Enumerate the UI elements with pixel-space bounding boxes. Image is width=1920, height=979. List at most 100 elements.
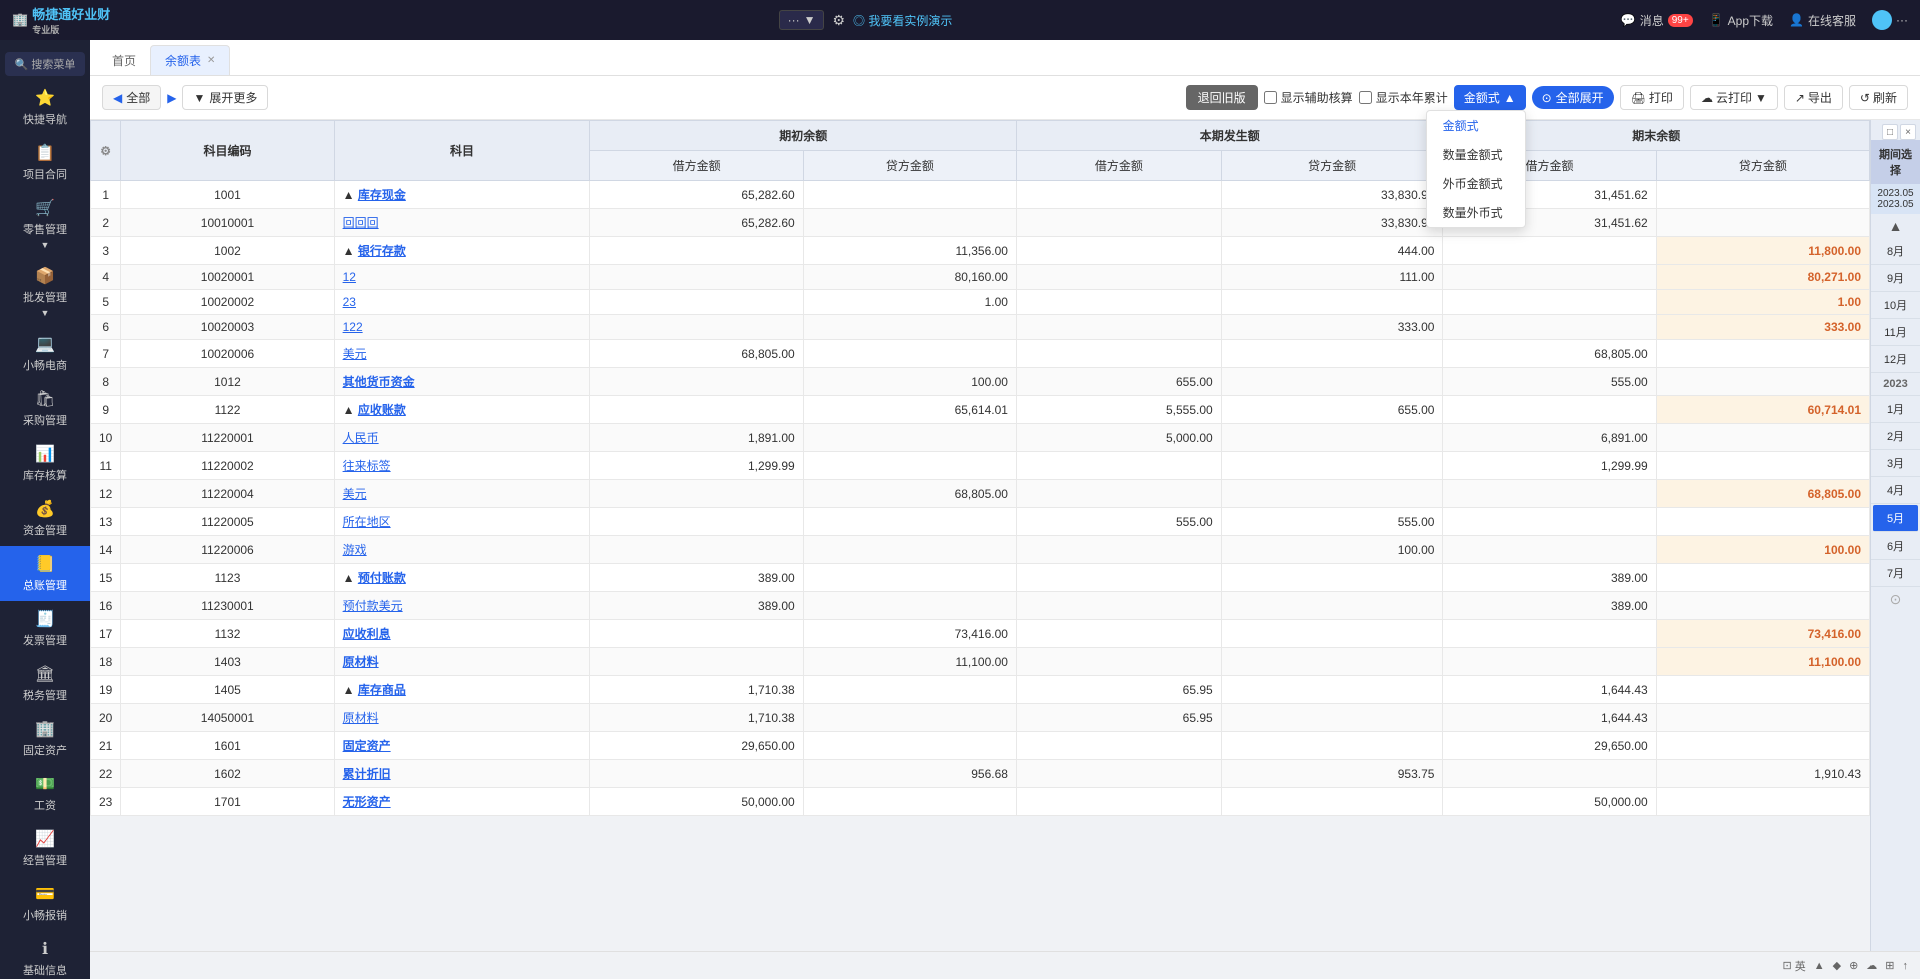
- table-row-code[interactable]: 10020001: [121, 265, 334, 290]
- sidebar-item-tax[interactable]: 🏛 税务管理: [0, 656, 90, 711]
- table-row-code[interactable]: 11220006: [121, 536, 334, 564]
- refresh-btn[interactable]: ↺ 刷新: [1849, 85, 1908, 110]
- search-menu-btn[interactable]: 🔍 搜索菜单: [5, 52, 85, 76]
- table-row-subject[interactable]: 回回回: [334, 209, 590, 237]
- table-row-code[interactable]: 11220004: [121, 480, 334, 508]
- tab-balance[interactable]: 余额表 ✕: [150, 45, 230, 75]
- sidebar-item-inventory[interactable]: 📊 库存核算: [0, 436, 90, 491]
- table-row-subject[interactable]: 累计折旧: [334, 760, 590, 788]
- table-row-subject[interactable]: 无形资产: [334, 788, 590, 816]
- table-row-subject[interactable]: 美元: [334, 340, 590, 368]
- status-grid[interactable]: ⊞: [1885, 959, 1894, 972]
- month-item-6[interactable]: 1月: [1871, 396, 1920, 423]
- table-row-subject[interactable]: 美元: [334, 480, 590, 508]
- table-row-code[interactable]: 11220001: [121, 424, 334, 452]
- service-btn[interactable]: 👤 在线客服: [1789, 12, 1856, 29]
- table-row-subject[interactable]: 往来标签: [334, 452, 590, 480]
- sidebar-item-sales[interactable]: 💳 小畅报销: [0, 876, 90, 931]
- month-item-12[interactable]: 7月: [1871, 560, 1920, 587]
- demo-link[interactable]: ◎ 我要看实例演示: [853, 12, 952, 29]
- dropdown-item-qty-foreign[interactable]: 数量外币式: [1427, 198, 1525, 227]
- dropdown-item-foreign-amount[interactable]: 外币金额式: [1427, 169, 1525, 198]
- table-row-subject[interactable]: 原材料: [334, 704, 590, 732]
- table-row-subject[interactable]: 应收利息: [334, 620, 590, 648]
- table-row-code[interactable]: 11220002: [121, 452, 334, 480]
- sidebar-item-finance[interactable]: 💰 资金管理: [0, 491, 90, 546]
- month-item-2[interactable]: 10月: [1871, 292, 1920, 319]
- expand-all-btn[interactable]: ⊙ 全部展开: [1532, 86, 1614, 109]
- user-btn[interactable]: ···: [1872, 10, 1908, 30]
- table-row-subject[interactable]: 预付款美元: [334, 592, 590, 620]
- table-row-code[interactable]: 1123: [121, 564, 334, 592]
- dropdown-item-qty-amount[interactable]: 数量金额式: [1427, 140, 1525, 169]
- year-checkbox[interactable]: [1359, 91, 1372, 104]
- sidebar-item-invoice[interactable]: 🧾 发票管理: [0, 601, 90, 656]
- close-panel-btn[interactable]: ×: [1900, 124, 1916, 140]
- cloud-print-btn[interactable]: ☁ 云打印 ▼: [1690, 85, 1778, 110]
- amount-mode-dropdown[interactable]: 金额式 ▲ 金额式 数量金额式 外币金额式 数量外币式: [1454, 85, 1526, 110]
- table-row-subject[interactable]: ▲ 应收账款: [334, 396, 590, 424]
- table-row-subject[interactable]: 原材料: [334, 648, 590, 676]
- month-item-11[interactable]: 6月: [1871, 533, 1920, 560]
- export-btn[interactable]: ↗ 导出: [1784, 85, 1843, 110]
- breadcrumb-arrow-icon[interactable]: ▶: [167, 91, 176, 105]
- status-plus[interactable]: ⊕: [1849, 959, 1858, 972]
- sidebar-item-wholesale[interactable]: 📦 批发管理 ▼: [0, 258, 90, 326]
- month-item-5[interactable]: 2023: [1871, 373, 1920, 396]
- table-row-subject[interactable]: 122: [334, 315, 590, 340]
- table-row-subject[interactable]: 人民币: [334, 424, 590, 452]
- status-cloud[interactable]: ☁: [1866, 959, 1877, 972]
- table-row-subject[interactable]: 固定资产: [334, 732, 590, 760]
- month-item-7[interactable]: 2月: [1871, 423, 1920, 450]
- settings-btn[interactable]: ⚙: [832, 12, 845, 29]
- table-row-subject[interactable]: 23: [334, 290, 590, 315]
- table-row-code[interactable]: 1701: [121, 788, 334, 816]
- month-item-9[interactable]: 4月: [1871, 477, 1920, 504]
- period-down-arrow[interactable]: ⊙: [1871, 587, 1920, 612]
- tab-close-icon[interactable]: ✕: [207, 55, 215, 66]
- table-row-subject[interactable]: ▲ 银行存款: [334, 237, 590, 265]
- sidebar-item-retail[interactable]: 🛒 零售管理 ▼: [0, 190, 90, 258]
- table-row-code[interactable]: 1122: [121, 396, 334, 424]
- settings-col-header[interactable]: ⚙: [91, 121, 121, 181]
- sidebar-item-payroll[interactable]: 💵 工资: [0, 766, 90, 821]
- table-row-subject[interactable]: 12: [334, 265, 590, 290]
- table-row-subject[interactable]: 其他货币资金: [334, 368, 590, 396]
- company-select[interactable]: ··· ▼: [779, 10, 825, 30]
- table-row-code[interactable]: 10020003: [121, 315, 334, 340]
- table-row-code[interactable]: 1001: [121, 181, 334, 209]
- status-arrow[interactable]: ▲: [1814, 960, 1825, 972]
- message-btn[interactable]: 💬 消息 99+: [1621, 12, 1693, 29]
- download-btn[interactable]: 📱 App下载: [1709, 12, 1773, 29]
- sidebar-item-ecommerce[interactable]: 💻 小畅电商: [0, 326, 90, 381]
- table-row-code[interactable]: 1602: [121, 760, 334, 788]
- table-row-subject[interactable]: ▲ 库存商品: [334, 676, 590, 704]
- sidebar-item-quick-nav[interactable]: ⭐ 快捷导航: [0, 80, 90, 135]
- show-year-check[interactable]: 显示本年累计: [1359, 89, 1448, 106]
- table-row-subject[interactable]: ▲ 预付账款: [334, 564, 590, 592]
- expand-more-btn[interactable]: ▼ 展开更多: [182, 85, 268, 110]
- sidebar-item-assets[interactable]: 🏢 固定资产: [0, 711, 90, 766]
- month-item-10[interactable]: 5月: [1873, 505, 1918, 532]
- dropdown-item-amount[interactable]: 金额式: [1427, 111, 1525, 140]
- month-item-4[interactable]: 12月: [1871, 346, 1920, 373]
- status-diamond[interactable]: ◆: [1833, 959, 1841, 972]
- table-row-subject[interactable]: ▲ 库存现金: [334, 181, 590, 209]
- table-row-code[interactable]: 1601: [121, 732, 334, 760]
- status-lang[interactable]: ⊡ 英: [1782, 958, 1805, 974]
- return-old-btn[interactable]: 退回旧版: [1186, 85, 1258, 110]
- period-up-arrow[interactable]: ▲: [1871, 214, 1920, 238]
- table-row-code[interactable]: 10020006: [121, 340, 334, 368]
- table-row-code[interactable]: 14050001: [121, 704, 334, 732]
- month-item-8[interactable]: 3月: [1871, 450, 1920, 477]
- sidebar-item-purchase[interactable]: 🛍 采购管理: [0, 381, 90, 436]
- sidebar-item-accounting[interactable]: 📒 总账管理: [0, 546, 90, 601]
- table-row-code[interactable]: 1002: [121, 237, 334, 265]
- sidebar-item-operations[interactable]: 📈 经营管理: [0, 821, 90, 876]
- status-upload[interactable]: ↑: [1903, 960, 1909, 972]
- period-select-header[interactable]: 期间选择: [1871, 140, 1920, 184]
- table-row-code[interactable]: 1405: [121, 676, 334, 704]
- table-row-code[interactable]: 1012: [121, 368, 334, 396]
- tab-home[interactable]: 首页: [98, 46, 150, 75]
- breadcrumb-all-btn[interactable]: ◀ 全部: [102, 85, 161, 110]
